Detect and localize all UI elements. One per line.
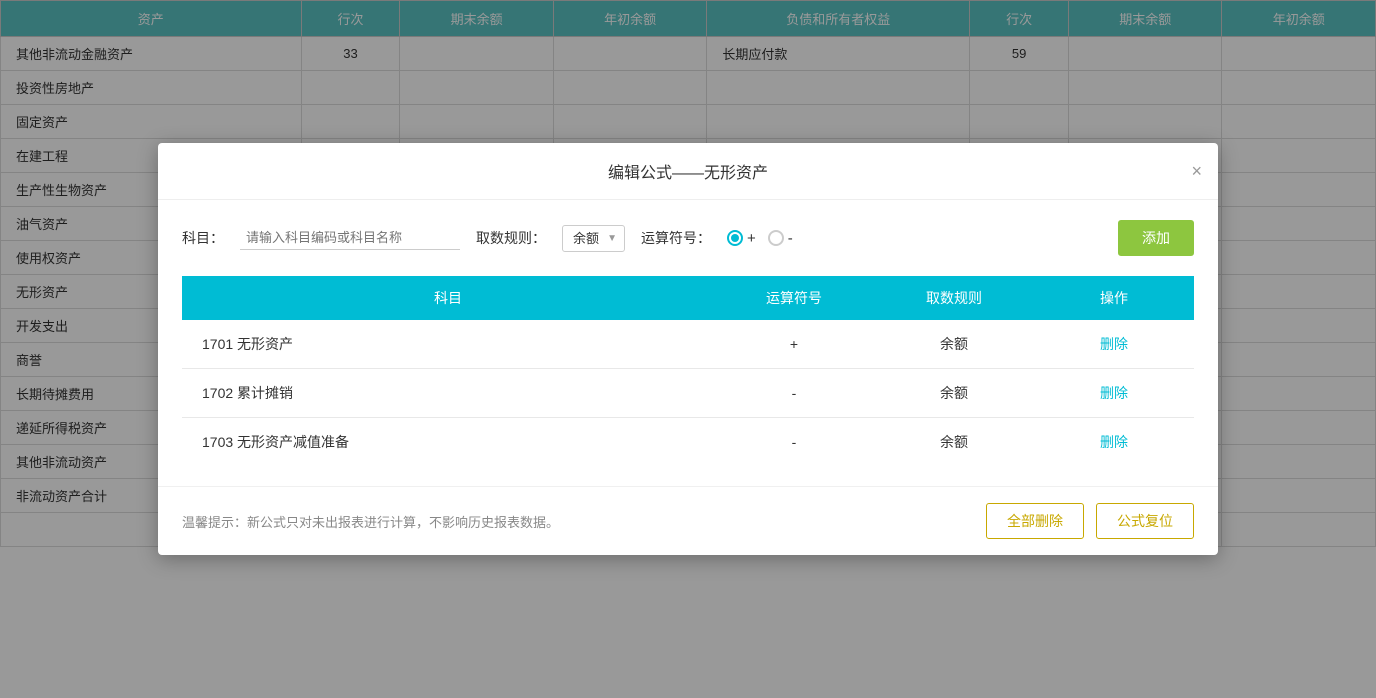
subject-cell: 1701 无形资产	[182, 320, 714, 369]
subject-cell: 1703 无形资产减值准备	[182, 418, 714, 467]
operator-cell: -	[714, 369, 874, 418]
operator-radio-group: + -	[727, 230, 793, 247]
action-cell: 删除	[1034, 320, 1194, 369]
rule-label: 取数规则：	[476, 228, 546, 248]
radio-minus-circle	[768, 230, 784, 246]
operator-minus-label: -	[788, 230, 793, 247]
footer-buttons: 全部删除 公式复位	[986, 503, 1194, 539]
operator-label: 运算符号：	[641, 228, 711, 248]
delete-button-row2[interactable]: 删除	[1100, 385, 1128, 401]
delete-button-row1[interactable]: 删除	[1100, 336, 1128, 352]
rule-cell: 余额	[874, 369, 1034, 418]
operator-minus-radio[interactable]: -	[768, 230, 793, 247]
edit-formula-modal: 编辑公式——无形资产 × 科目： 取数规则： 余额 借方 贷方 ▼ 运算符号：	[158, 143, 1218, 555]
rule-cell: 余额	[874, 320, 1034, 369]
table-header-operator: 运算符号	[714, 276, 874, 320]
form-row: 科目： 取数规则： 余额 借方 贷方 ▼ 运算符号： +	[182, 220, 1194, 256]
footer-hint: 温馨提示：新公式只对未出报表进行计算，不影响历史报表数据。	[182, 512, 559, 531]
delete-all-button[interactable]: 全部删除	[986, 503, 1084, 539]
operator-cell: -	[714, 418, 874, 467]
modal-footer: 温馨提示：新公式只对未出报表进行计算，不影响历史报表数据。 全部删除 公式复位	[158, 486, 1218, 555]
modal-overlay: 编辑公式——无形资产 × 科目： 取数规则： 余额 借方 贷方 ▼ 运算符号：	[0, 0, 1376, 698]
add-button[interactable]: 添加	[1118, 220, 1194, 256]
table-row: 1702 累计摊销 - 余额 删除	[182, 369, 1194, 418]
operator-cell: +	[714, 320, 874, 369]
delete-button-row3[interactable]: 删除	[1100, 434, 1128, 450]
rule-select[interactable]: 余额 借方 贷方	[562, 225, 625, 252]
modal-header: 编辑公式——无形资产 ×	[158, 143, 1218, 200]
modal-close-button[interactable]: ×	[1191, 162, 1202, 180]
radio-plus-circle	[727, 230, 743, 246]
table-header-action: 操作	[1034, 276, 1194, 320]
table-row: 1703 无形资产减值准备 - 余额 删除	[182, 418, 1194, 467]
table-header-rule: 取数规则	[874, 276, 1034, 320]
rule-cell: 余额	[874, 418, 1034, 467]
subject-cell: 1702 累计摊销	[182, 369, 714, 418]
modal-body: 科目： 取数规则： 余额 借方 贷方 ▼ 运算符号： +	[158, 200, 1218, 486]
rule-select-wrapper: 余额 借方 贷方 ▼	[562, 225, 625, 252]
table-row: 1701 无形资产 + 余额 删除	[182, 320, 1194, 369]
operator-plus-radio[interactable]: +	[727, 230, 756, 247]
table-header-subject: 科目	[182, 276, 714, 320]
reset-button[interactable]: 公式复位	[1096, 503, 1194, 539]
modal-title: 编辑公式——无形资产	[608, 165, 768, 182]
operator-plus-label: +	[747, 230, 756, 247]
subject-label: 科目：	[182, 228, 224, 248]
formula-table: 科目 运算符号 取数规则 操作 1701 无形资产 + 余额 删除	[182, 276, 1194, 466]
action-cell: 删除	[1034, 369, 1194, 418]
action-cell: 删除	[1034, 418, 1194, 467]
subject-input[interactable]	[240, 226, 460, 250]
